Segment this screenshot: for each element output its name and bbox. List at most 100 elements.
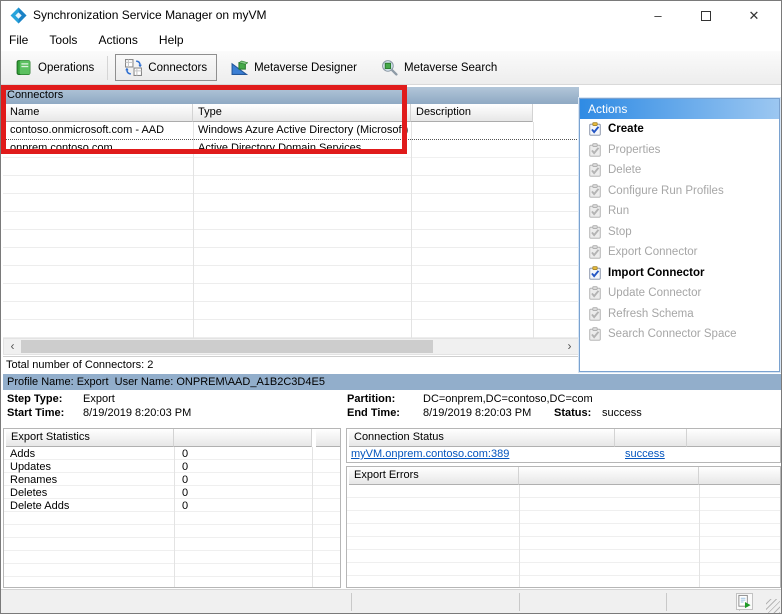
user-name-value: ONPREM\AAD_A1B2C3D4E5 bbox=[176, 376, 325, 388]
app-window: Synchronization Service Manager on myVM … bbox=[0, 0, 782, 614]
connector-row[interactable]: contoso.onmicrosoft.com - AAD Windows Az… bbox=[3, 122, 579, 140]
title-bar: Synchronization Service Manager on myVM … bbox=[1, 1, 781, 30]
action-update-connector: Update Connector bbox=[580, 283, 779, 304]
menu-file[interactable]: File bbox=[1, 30, 37, 51]
connector-name: onprem.contoso.com bbox=[10, 142, 113, 154]
partition-value: DC=onprem,DC=contoso,DC=com bbox=[423, 393, 593, 405]
column-divider bbox=[533, 122, 534, 338]
connectors-caption-bar: Connectors bbox=[3, 87, 579, 104]
clipboard-icon bbox=[588, 307, 602, 321]
connection-status-table: Connection Status myVM.onprem.contoso.co… bbox=[346, 428, 781, 463]
profile-name-label: Profile Name: bbox=[7, 376, 74, 388]
column-header-name[interactable]: Name bbox=[5, 104, 193, 122]
statusbar-divider bbox=[519, 593, 520, 611]
column-divider bbox=[174, 447, 175, 587]
clipboard-icon bbox=[588, 122, 602, 136]
metaverse-designer-icon bbox=[231, 60, 249, 75]
export-statistics-header-spacer bbox=[174, 429, 312, 447]
app-sync-icon bbox=[10, 7, 27, 24]
stat-label: Delete Adds bbox=[10, 500, 70, 512]
action-delete: Delete bbox=[580, 160, 779, 181]
clipboard-icon bbox=[588, 163, 602, 177]
clipboard-icon bbox=[588, 286, 602, 300]
column-divider bbox=[193, 122, 194, 338]
action-label: Properties bbox=[608, 143, 661, 156]
connectors-caption: Connectors bbox=[7, 89, 64, 101]
operations-icon bbox=[16, 60, 31, 75]
stat-label: Deletes bbox=[10, 487, 48, 499]
action-run: Run bbox=[580, 201, 779, 222]
menu-help[interactable]: Help bbox=[150, 30, 193, 51]
window-title: Synchronization Service Manager on myVM bbox=[33, 8, 267, 22]
connection-server-link[interactable]: myVM.onprem.contoso.com:389 bbox=[351, 448, 509, 461]
stat-value: 0 bbox=[182, 474, 189, 486]
close-button[interactable]: ✕ bbox=[731, 1, 777, 30]
action-import-connector[interactable]: Import Connector bbox=[580, 263, 779, 284]
action-label: Stop bbox=[608, 225, 632, 238]
action-label: Refresh Schema bbox=[608, 307, 694, 320]
minimize-button[interactable]: – bbox=[635, 1, 681, 30]
stat-value: 0 bbox=[182, 448, 189, 460]
clipboard-icon bbox=[588, 327, 602, 341]
export-errors-header-spacer bbox=[519, 467, 699, 485]
user-name-label: User Name: bbox=[114, 376, 174, 388]
action-label: Create bbox=[608, 123, 644, 136]
connector-name: contoso.onmicrosoft.com - AAD bbox=[10, 124, 165, 136]
start-time-value: 8/19/2019 8:20:03 PM bbox=[83, 407, 192, 419]
clipboard-icon bbox=[588, 204, 602, 218]
resize-grip[interactable] bbox=[766, 599, 780, 613]
toolbar-separator bbox=[107, 55, 109, 80]
scrollbar-thumb[interactable] bbox=[21, 340, 433, 353]
actions-panel-header: Actions bbox=[580, 99, 779, 119]
connector-type: Windows Azure Active Directory (Microsof… bbox=[198, 124, 409, 136]
action-label: Run bbox=[608, 205, 630, 218]
connector-row[interactable]: onprem.contoso.com Active Directory Doma… bbox=[3, 140, 579, 158]
horizontal-scrollbar[interactable]: ‹ › bbox=[3, 338, 579, 355]
action-label: Update Connector bbox=[608, 287, 702, 300]
statusbar-divider bbox=[666, 593, 667, 611]
export-statistics-header: Export Statistics bbox=[6, 429, 174, 447]
action-configure-run-profiles: Configure Run Profiles bbox=[580, 181, 779, 202]
action-properties: Properties bbox=[580, 140, 779, 161]
connector-type: Active Directory Domain Services bbox=[198, 142, 362, 154]
maximize-button[interactable] bbox=[683, 1, 729, 30]
column-divider bbox=[519, 485, 520, 587]
stat-value: 0 bbox=[182, 500, 189, 512]
list-empty-area bbox=[3, 158, 579, 338]
profile-name-value: Export bbox=[76, 376, 109, 388]
minimize-icon: – bbox=[654, 8, 662, 23]
start-time-label: Start Time: bbox=[7, 407, 65, 419]
toolbar-metaverse-designer-button[interactable]: Metaverse Designer bbox=[221, 54, 367, 81]
column-header-type[interactable]: Type bbox=[193, 104, 411, 122]
action-export-connector: Export Connector bbox=[580, 242, 779, 263]
scroll-right-button[interactable]: › bbox=[561, 339, 578, 354]
action-refresh-schema: Refresh Schema bbox=[580, 304, 779, 325]
connection-status-header-spacer bbox=[687, 429, 780, 447]
action-create[interactable]: Create bbox=[580, 119, 779, 140]
clipboard-icon bbox=[588, 245, 602, 259]
column-divider bbox=[699, 485, 700, 587]
scroll-right-icon: › bbox=[567, 339, 572, 353]
column-divider bbox=[411, 122, 412, 338]
toolbar-metaverse-search-button[interactable]: Metaverse Search bbox=[371, 54, 507, 81]
toolbar-operations-button[interactable]: Operations bbox=[5, 54, 104, 81]
column-header-description[interactable]: Description bbox=[411, 104, 533, 122]
toolbar-connectors-button[interactable]: Connectors bbox=[115, 54, 218, 81]
step-type-label: Step Type: bbox=[7, 393, 63, 405]
toolbar-label: Operations bbox=[38, 61, 95, 74]
scroll-left-icon: ‹ bbox=[10, 339, 15, 353]
status-value: success bbox=[602, 407, 642, 419]
table-grid bbox=[347, 485, 780, 587]
connector-description bbox=[411, 122, 533, 140]
stat-label: Adds bbox=[10, 448, 36, 460]
scroll-left-button[interactable]: ‹ bbox=[4, 339, 21, 354]
export-statistics-header-spacer bbox=[316, 429, 340, 447]
action-stop: Stop bbox=[580, 222, 779, 243]
menu-actions[interactable]: Actions bbox=[89, 30, 146, 51]
column-divider bbox=[312, 447, 313, 587]
profile-bar: Profile Name: Export User Name: ONPREM\A… bbox=[3, 374, 781, 390]
maximize-icon bbox=[701, 10, 711, 21]
partition-label: Partition: bbox=[347, 393, 396, 405]
connection-result-link[interactable]: success bbox=[625, 448, 665, 461]
menu-tools[interactable]: Tools bbox=[40, 30, 86, 51]
